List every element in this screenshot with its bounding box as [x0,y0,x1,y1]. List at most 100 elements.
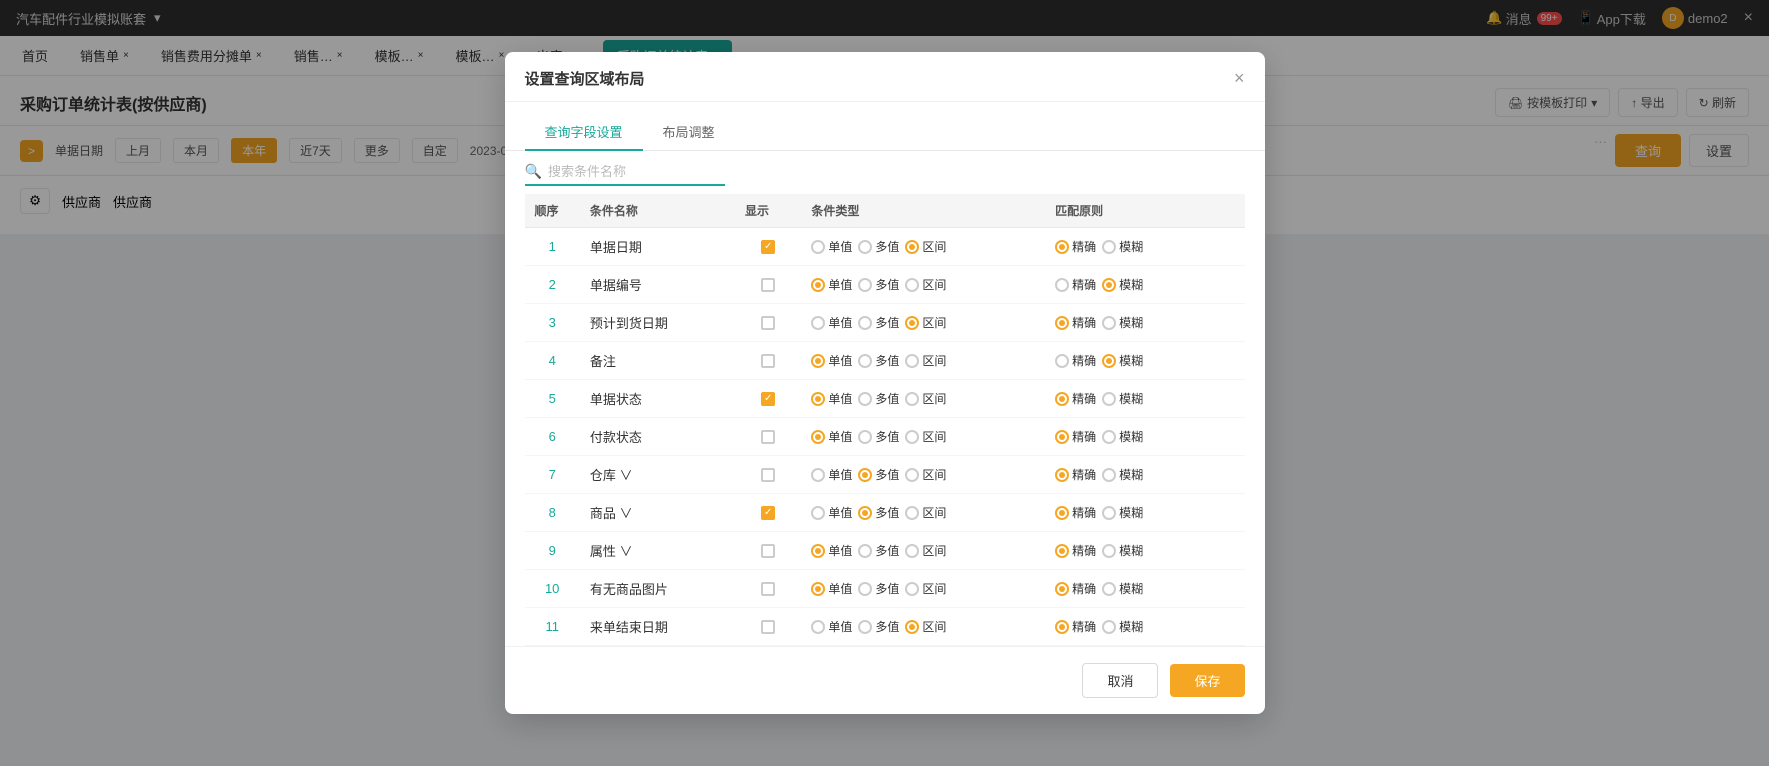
type-radio-区间[interactable]: 区间 [905,618,946,635]
type-radio-多值[interactable]: 多值 [858,542,899,559]
cell-order: 11 [525,608,580,646]
type-radio-单值[interactable]: 单值 [811,580,852,597]
match-radio-精确[interactable]: 精确 [1055,390,1096,407]
table-row: 2单据编号单值多值区间精确模糊 [525,266,1245,304]
type-radio-多值[interactable]: 多值 [858,390,899,407]
cell-order: 6 [525,418,580,456]
type-radio-区间[interactable]: 区间 [905,542,946,559]
cancel-button[interactable]: 取消 [1082,663,1158,698]
type-radio-区间[interactable]: 区间 [905,504,946,521]
type-radio-区间[interactable]: 区间 [905,314,946,331]
type-radio-多值[interactable]: 多值 [858,580,899,597]
type-radio-多值[interactable]: 多值 [858,618,899,635]
match-radio-模糊[interactable]: 模糊 [1102,580,1143,597]
cell-order: 7 [525,456,580,494]
cell-display[interactable] [735,456,801,494]
match-radio-模糊[interactable]: 模糊 [1102,542,1143,559]
match-radio-精确[interactable]: 精确 [1055,618,1096,635]
display-checkbox[interactable] [761,278,775,292]
display-checkbox[interactable] [761,544,775,558]
type-radio-多值[interactable]: 多值 [858,428,899,445]
display-checkbox[interactable] [761,240,775,254]
cell-display[interactable] [735,380,801,418]
display-checkbox[interactable] [761,620,775,634]
display-checkbox[interactable] [761,430,775,444]
modal-tab-query-fields[interactable]: 查询字段设置 [525,114,643,151]
type-radio-单值[interactable]: 单值 [811,428,852,445]
match-radio-精确[interactable]: 精确 [1055,580,1096,597]
display-checkbox[interactable] [761,468,775,482]
type-radio-多值[interactable]: 多值 [858,314,899,331]
display-checkbox[interactable] [761,582,775,596]
match-radio-模糊[interactable]: 模糊 [1102,618,1143,635]
modal-tab-layout[interactable]: 布局调整 [643,114,735,151]
match-radio-模糊[interactable]: 模糊 [1102,390,1143,407]
cell-display[interactable] [735,608,801,646]
modal-close-button[interactable]: × [1234,68,1245,89]
cell-display[interactable] [735,266,801,304]
type-radio-多值[interactable]: 多值 [858,276,899,293]
search-input[interactable] [548,164,708,179]
type-radio-区间[interactable]: 区间 [905,390,946,407]
match-radio-精确[interactable]: 精确 [1055,238,1096,255]
match-radio-精确[interactable]: 精确 [1055,504,1096,521]
type-radio-单值[interactable]: 单值 [811,504,852,521]
match-radio-模糊[interactable]: 模糊 [1102,352,1143,369]
type-radio-单值[interactable]: 单值 [811,390,852,407]
cell-display[interactable] [735,494,801,532]
type-radio-单值[interactable]: 单值 [811,352,852,369]
type-radio-多值[interactable]: 多值 [858,466,899,483]
type-radio-单值[interactable]: 单值 [811,542,852,559]
cell-display[interactable] [735,304,801,342]
type-radio-单值[interactable]: 单值 [811,618,852,635]
display-checkbox[interactable] [761,506,775,520]
display-checkbox[interactable] [761,354,775,368]
match-radio-模糊[interactable]: 模糊 [1102,276,1143,293]
cell-display[interactable] [735,342,801,380]
type-radio-区间[interactable]: 区间 [905,238,946,255]
cell-display[interactable] [735,228,801,266]
display-checkbox[interactable] [761,316,775,330]
type-radio-区间[interactable]: 区间 [905,428,946,445]
type-radio-区间[interactable]: 区间 [905,352,946,369]
table-row: 3预计到货日期单值多值区间精确模糊 [525,304,1245,342]
type-radio-单值[interactable]: 单值 [811,276,852,293]
match-radio-模糊[interactable]: 模糊 [1102,466,1143,483]
cell-display[interactable] [735,532,801,570]
match-radio-模糊[interactable]: 模糊 [1102,314,1143,331]
save-button[interactable]: 保存 [1170,664,1244,697]
match-radio-模糊[interactable]: 模糊 [1102,238,1143,255]
match-radio-精确[interactable]: 精确 [1055,542,1096,559]
cell-match: 精确模糊 [1045,494,1244,532]
display-checkbox[interactable] [761,392,775,406]
type-radio-单值[interactable]: 单值 [811,314,852,331]
match-radio-精确[interactable]: 精确 [1055,314,1096,331]
match-radio-精确[interactable]: 精确 [1055,352,1096,369]
cell-order: 4 [525,342,580,380]
type-radio-区间[interactable]: 区间 [905,580,946,597]
type-radio-多值[interactable]: 多值 [858,352,899,369]
modal-title: 设置查询区域布局 [525,68,645,89]
match-radio-精确[interactable]: 精确 [1055,428,1096,445]
type-radio-区间[interactable]: 区间 [905,466,946,483]
cell-type: 单值多值区间 [801,456,1045,494]
cell-display[interactable] [735,570,801,608]
match-radio-模糊[interactable]: 模糊 [1102,428,1143,445]
cell-name: 备注 [580,342,735,380]
type-radio-单值[interactable]: 单值 [811,238,852,255]
type-radio-单值[interactable]: 单值 [811,466,852,483]
cell-type: 单值多值区间 [801,570,1045,608]
type-radio-多值[interactable]: 多值 [858,504,899,521]
match-radio-精确[interactable]: 精确 [1055,276,1096,293]
th-display: 显示 [735,194,801,228]
match-radio-模糊[interactable]: 模糊 [1102,504,1143,521]
table-row: 1单据日期单值多值区间精确模糊 [525,228,1245,266]
table-row: 6付款状态单值多值区间精确模糊 [525,418,1245,456]
cell-match: 精确模糊 [1045,608,1244,646]
type-radio-区间[interactable]: 区间 [905,276,946,293]
table-row: 7仓库 ∨单值多值区间精确模糊 [525,456,1245,494]
cell-name: 来单结束日期 [580,608,735,646]
cell-display[interactable] [735,418,801,456]
type-radio-多值[interactable]: 多值 [858,238,899,255]
match-radio-精确[interactable]: 精确 [1055,466,1096,483]
